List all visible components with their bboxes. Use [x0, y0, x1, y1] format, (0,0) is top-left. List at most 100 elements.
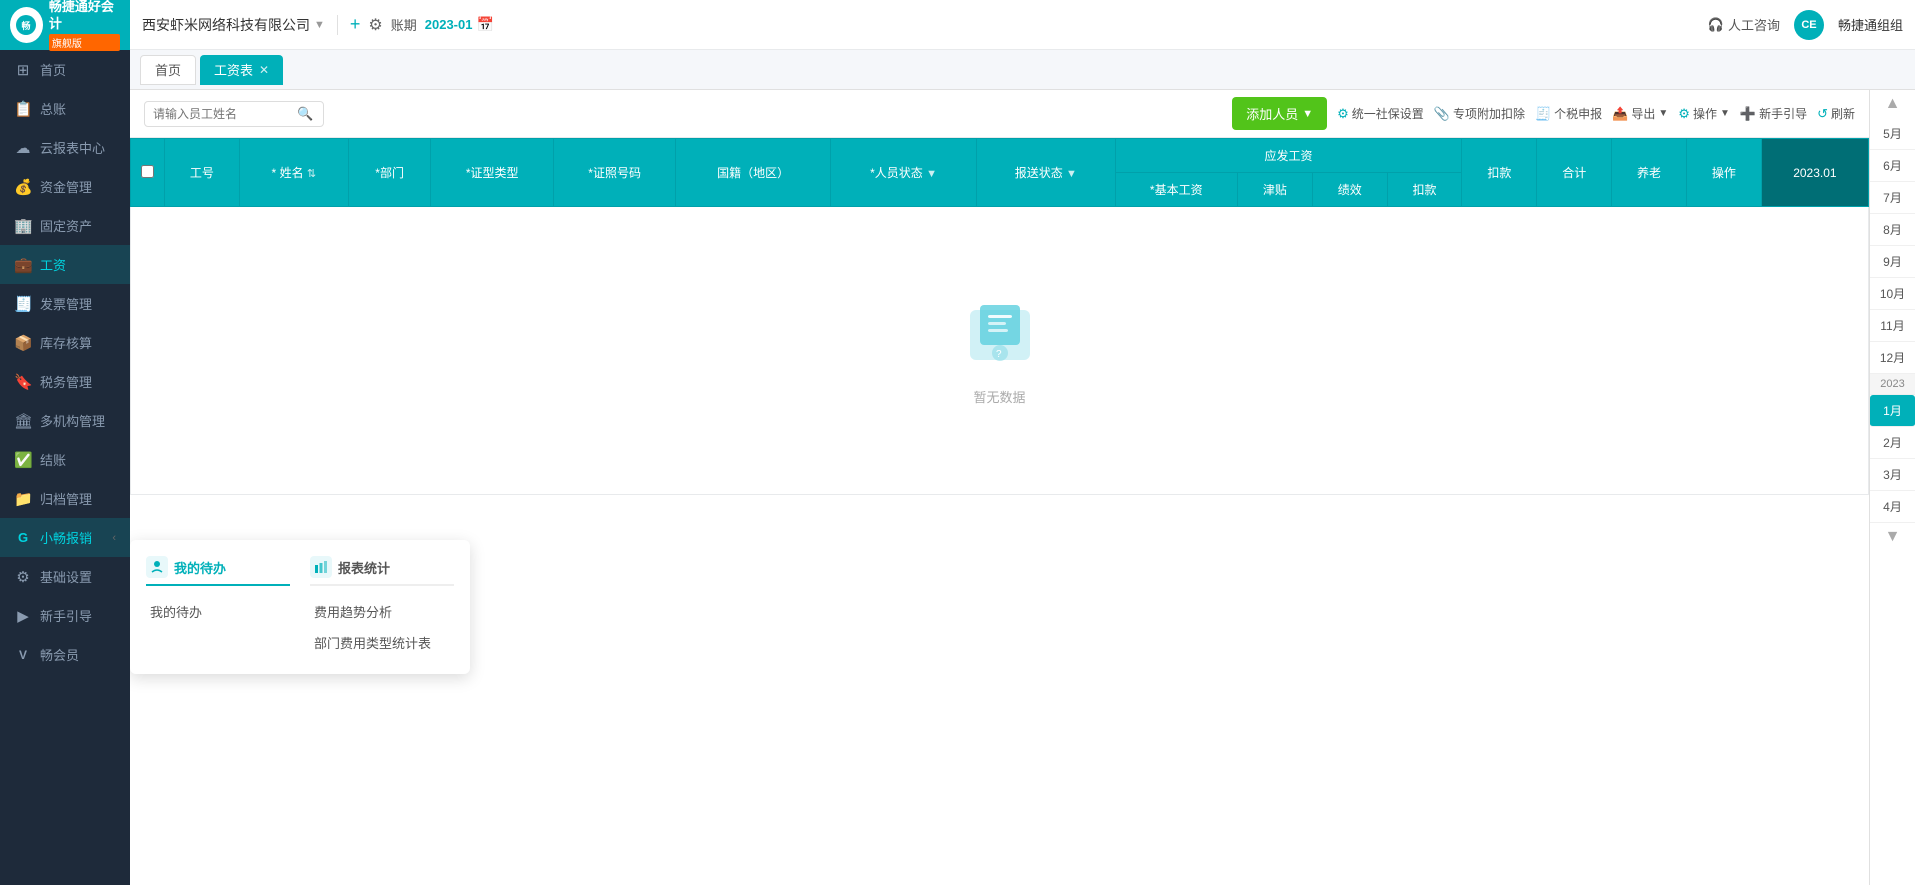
- sidebar-item-xiao-chang[interactable]: G 小畅报销 ‹: [0, 518, 130, 557]
- month-next-button[interactable]: ▼: [1870, 523, 1915, 551]
- sidebar-item-fixed-assets[interactable]: 🏢 固定资产: [0, 206, 130, 245]
- popup-expense-trend-item[interactable]: 费用趋势分析: [310, 596, 454, 627]
- popup-todo-title[interactable]: 我的待办: [146, 556, 290, 586]
- new-guide-action-icon: ➕: [1740, 106, 1756, 122]
- individual-tax-icon: 🧾: [1535, 106, 1551, 122]
- app-title: 畅捷通好会计: [49, 0, 120, 32]
- sidebar-item-new-guide[interactable]: ▶ 新手引导: [0, 596, 130, 635]
- month-item-12[interactable]: 12月: [1870, 342, 1915, 374]
- individual-tax-action[interactable]: 🧾 个税申报: [1535, 105, 1602, 122]
- inventory-icon: 📦: [14, 334, 32, 352]
- sidebar-item-basic[interactable]: ⚙ 基础设置: [0, 557, 130, 596]
- month-item-6[interactable]: 6月: [1870, 150, 1915, 182]
- tab-close-icon[interactable]: ✕: [259, 63, 269, 77]
- search-icon[interactable]: 🔍: [297, 106, 313, 122]
- home-icon: ⊞: [14, 61, 32, 79]
- svg-text:?: ?: [996, 349, 1002, 360]
- col-report-status: 报送状态 ▼: [977, 139, 1115, 207]
- empty-state-icon: ?: [960, 295, 1040, 375]
- month-item-10[interactable]: 10月: [1870, 278, 1915, 310]
- svg-text:畅: 畅: [22, 20, 31, 31]
- popup-dept-expense-item[interactable]: 部门费用类型统计表: [310, 627, 454, 658]
- month-item-4[interactable]: 4月: [1870, 491, 1915, 523]
- search-input[interactable]: [153, 107, 293, 121]
- col-dept: *部门: [348, 139, 431, 207]
- filter-report-status-icon[interactable]: ▼: [1066, 168, 1077, 180]
- sidebar-item-home[interactable]: ⊞ 首页: [0, 50, 130, 89]
- sidebar-label-home: 首页: [40, 60, 66, 79]
- toolbar-actions: 添加人员 ▼ ⚙ 统一社保设置 📎 专项附加扣除 🧾 个税申报: [1232, 97, 1855, 130]
- todo-title-icon: [146, 556, 168, 578]
- service-button[interactable]: 🎧 人工咨询: [1708, 15, 1780, 34]
- tab-home[interactable]: 首页: [140, 55, 196, 85]
- social-insurance-action[interactable]: ⚙ 统一社保设置: [1337, 105, 1424, 122]
- calendar-icon[interactable]: 📅: [476, 16, 493, 33]
- topbar-right: 🎧 人工咨询 CE 畅捷通组组: [1708, 10, 1903, 40]
- content-area: 🔍 添加人员 ▼ ⚙ 统一社保设置 📎 专项附加扣除: [130, 90, 1915, 885]
- month-item-7[interactable]: 7月: [1870, 182, 1915, 214]
- settings-icon[interactable]: ⚙: [368, 15, 382, 35]
- sidebar-label-fixed-assets: 固定资产: [40, 216, 92, 235]
- operations-action[interactable]: ⚙ 操作 ▼: [1678, 105, 1730, 122]
- user-avatar[interactable]: CE: [1794, 10, 1824, 40]
- popup-todo-item[interactable]: 我的待办: [146, 596, 290, 627]
- wage-table-area: 🔍 添加人员 ▼ ⚙ 统一社保设置 📎 专项附加扣除: [130, 90, 1869, 885]
- export-icon: 📤: [1612, 106, 1628, 122]
- dropdown-popup: 我的待办 我的待办: [130, 540, 470, 674]
- filter-person-status-icon[interactable]: ▼: [926, 168, 937, 180]
- month-item-11[interactable]: 11月: [1870, 310, 1915, 342]
- company-selector[interactable]: 西安虾米网络科技有限公司 ▼: [142, 15, 325, 35]
- col-base-wage: *基本工资: [1115, 173, 1237, 207]
- headphone-icon: 🎧: [1708, 17, 1724, 33]
- empty-state: ? 暂无数据: [141, 215, 1858, 486]
- sidebar-label-fund: 资金管理: [40, 177, 92, 196]
- new-guide-action-label: 新手引导: [1759, 105, 1807, 122]
- membership-icon: V: [14, 648, 32, 662]
- month-prev-button[interactable]: ▲: [1870, 90, 1915, 118]
- special-deduction-label: 专项附加扣除: [1453, 105, 1525, 122]
- new-guide-action[interactable]: ➕ 新手引导: [1740, 105, 1807, 122]
- month-item-8[interactable]: 8月: [1870, 214, 1915, 246]
- export-action[interactable]: 📤 导出 ▼: [1612, 105, 1668, 122]
- sidebar-item-inventory[interactable]: 📦 库存核算: [0, 323, 130, 362]
- sidebar-item-fund[interactable]: 💰 资金管理: [0, 167, 130, 206]
- select-all-checkbox[interactable]: [141, 165, 154, 178]
- col-bonus: 绩效: [1312, 173, 1387, 207]
- sidebar-item-multi-org[interactable]: 🏛 多机构管理: [0, 401, 130, 440]
- company-arrow-icon: ▼: [314, 19, 325, 31]
- refresh-action[interactable]: ↺ 刷新: [1817, 105, 1855, 122]
- popup-dept-expense-label: 部门费用类型统计表: [314, 636, 431, 651]
- col-checkbox[interactable]: [131, 139, 165, 207]
- month-item-5[interactable]: 5月: [1870, 118, 1915, 150]
- export-arrow: ▼: [1658, 108, 1668, 119]
- sidebar-item-tax[interactable]: 🔖 税务管理: [0, 362, 130, 401]
- month-item-9[interactable]: 9月: [1870, 246, 1915, 278]
- sidebar-item-ledger[interactable]: 📋 总账: [0, 89, 130, 128]
- col-pension: 养老: [1612, 139, 1687, 207]
- tab-salary-table[interactable]: 工资表 ✕: [200, 55, 283, 85]
- special-deduction-action[interactable]: 📎 专项附加扣除: [1434, 105, 1525, 122]
- fund-icon: 💰: [14, 178, 32, 196]
- month-item-2[interactable]: 2月: [1870, 427, 1915, 459]
- month-item-3[interactable]: 3月: [1870, 459, 1915, 491]
- month-item-1-active[interactable]: 1月: [1870, 395, 1915, 427]
- popup-report-title[interactable]: 报表统计: [310, 556, 454, 586]
- sort-name-icon[interactable]: ⇅: [307, 168, 316, 180]
- sidebar-item-membership[interactable]: V 畅会员: [0, 635, 130, 674]
- sidebar-item-archive[interactable]: 📁 归档管理: [0, 479, 130, 518]
- add-company-button[interactable]: +: [350, 14, 361, 35]
- sidebar-item-invoice[interactable]: 🧾 发票管理: [0, 284, 130, 323]
- sidebar-item-salary[interactable]: 💼 工资: [0, 245, 130, 284]
- sidebar-item-settlement[interactable]: ✅ 结账: [0, 440, 130, 479]
- col-nationality: 国籍（地区）: [676, 139, 831, 207]
- add-person-button[interactable]: 添加人员 ▼: [1232, 97, 1327, 130]
- period-value: 2023-01: [425, 17, 473, 32]
- add-person-label: 添加人员: [1246, 104, 1298, 123]
- settlement-icon: ✅: [14, 451, 32, 469]
- export-label: 导出: [1631, 105, 1655, 122]
- sidebar-item-cloud-report[interactable]: ☁ 云报表中心: [0, 128, 130, 167]
- username-label[interactable]: 畅捷通组组: [1838, 15, 1903, 34]
- search-box[interactable]: 🔍: [144, 101, 324, 127]
- social-insurance-label: 统一社保设置: [1352, 105, 1424, 122]
- special-deduction-icon: 📎: [1434, 106, 1450, 122]
